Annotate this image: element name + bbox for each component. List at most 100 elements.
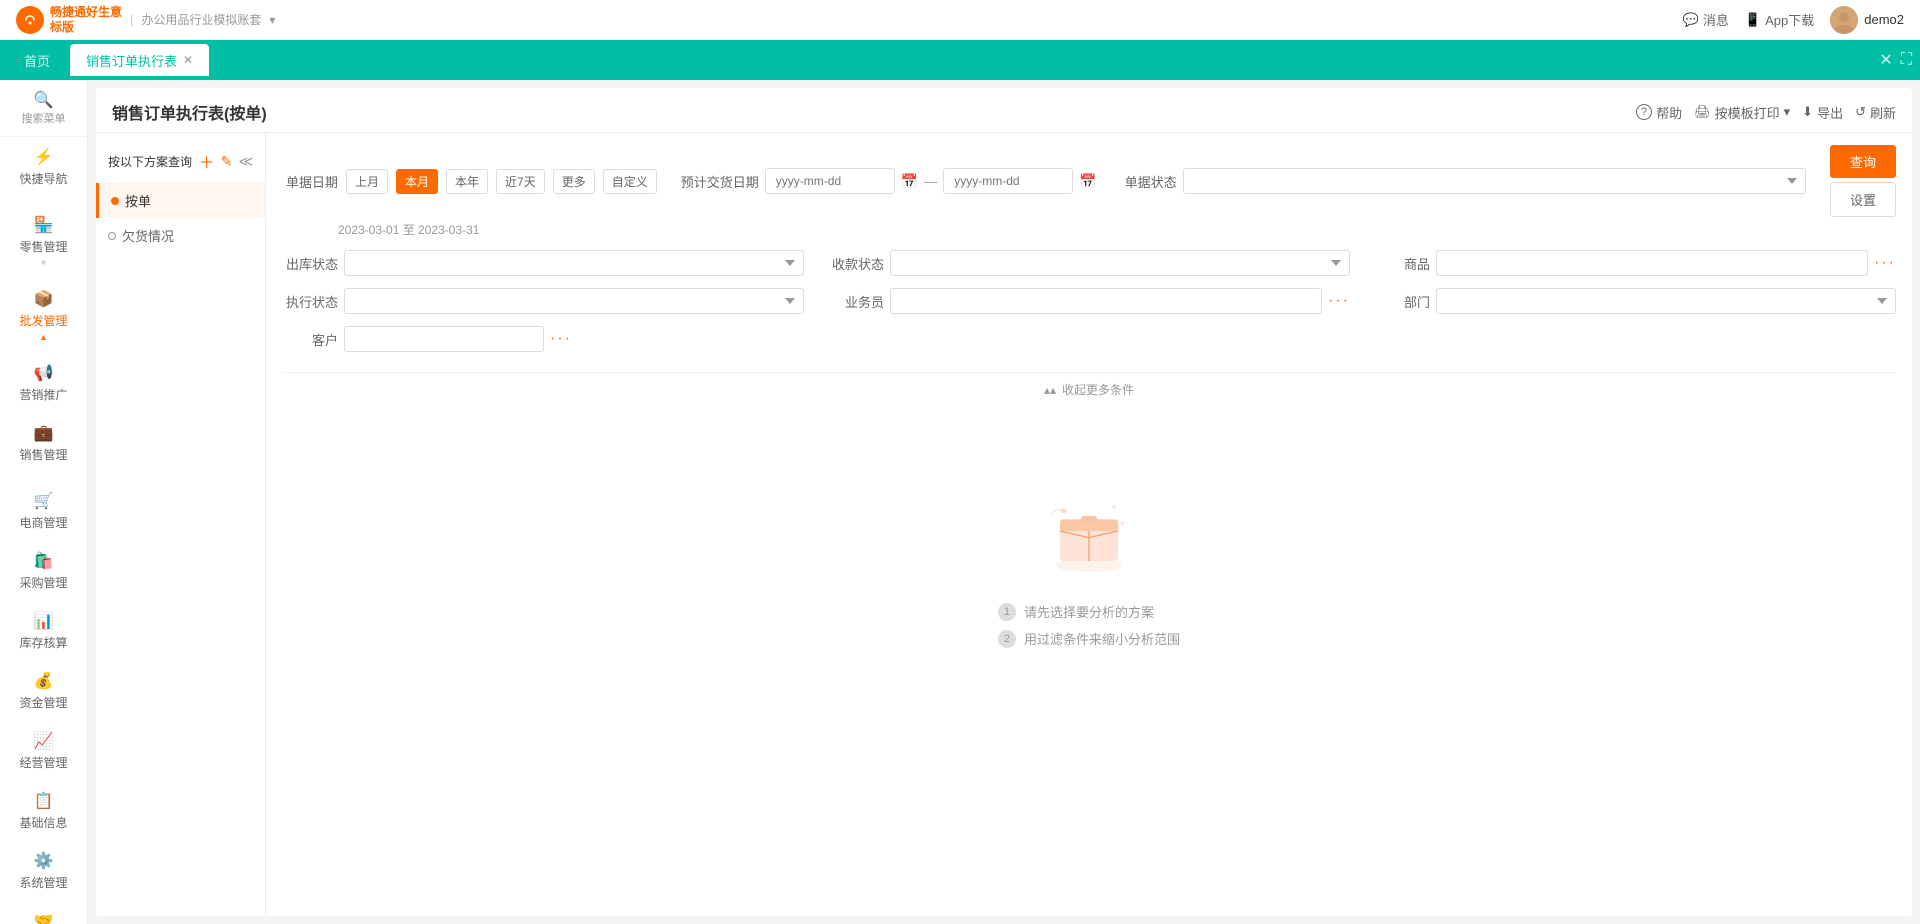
page-content: 销售订单执行表(按单) ? 帮助 🖨 按模板打印 ▾ ⬇ 导出 [96,88,1912,916]
calendar-to-icon[interactable]: 📅 [1079,173,1096,190]
collapse-filter-button[interactable]: ▴▴ 收起更多条件 [282,372,1896,406]
print-button[interactable]: 🖨 按模板打印 ▾ [1694,103,1790,122]
goods-more-icon[interactable]: ··· [1874,254,1896,272]
scheme-icon-credit [108,232,116,240]
refresh-icon: ↺ [1855,104,1866,120]
collapse-label: 收起更多条件 [1062,381,1134,398]
doc-status-select[interactable] [1183,168,1806,194]
date-btn-last-month[interactable]: 上月 [346,169,388,194]
export-icon: ⬇ [1802,104,1813,120]
user-name: demo2 [1864,12,1904,27]
scheme-label-by-order: 按单 [125,191,151,210]
empty-illustration [1039,486,1139,586]
customer-input[interactable] [344,326,544,352]
tab-list: 首页 销售订单执行表 ✕ [8,44,209,76]
execution-status-label: 执行状态 [282,292,338,311]
avatar [1830,6,1858,34]
tab-sales-order[interactable]: 销售订单执行表 ✕ [70,44,209,76]
collapse-panel-icon[interactable]: ≪ [238,153,253,170]
sidebar-item-inventory[interactable]: 📊 库存核算 [0,601,87,661]
date-btn-custom[interactable]: 自定义 [603,169,657,194]
goods-label: 商品 [1374,254,1430,273]
filter-execution-status: 执行状态 [282,288,804,314]
reset-button[interactable]: 设置 [1830,182,1896,217]
left-panel: 按以下方案查询 ＋ ✎ ≪ 按单 欠货情况 [96,133,266,916]
empty-tips: 1 请先选择要分析的方案 2 用过滤条件来缩小分析范围 [998,602,1180,648]
collection-status-select[interactable] [890,250,1350,276]
filter-goods: 商品 ··· [1374,250,1896,276]
filter-customer: 客户 ··· [282,326,572,352]
tab-home[interactable]: 首页 [8,44,66,76]
page-title: 销售订单执行表(按单) [112,100,267,124]
date-btn-this-month[interactable]: 本月 [396,169,438,194]
print-chevron-icon: ▾ [1784,104,1791,120]
message-button[interactable]: 💬 消息 [1683,10,1729,29]
help-button[interactable]: ? 帮助 [1636,103,1682,122]
app-download-button[interactable]: 📱 App下载 [1745,10,1814,29]
salesperson-input[interactable] [890,288,1322,314]
estimated-delivery-from[interactable] [765,168,895,194]
sidebar-item-marketing[interactable]: 📢 营销推广 [0,353,87,413]
export-button[interactable]: ⬇ 导出 [1802,103,1843,122]
sidebar-item-system[interactable]: ⚙️ 系统管理 [0,841,87,901]
breadcrumb-arrow[interactable]: ▾ [269,13,275,27]
left-panel-header: 按以下方案查询 ＋ ✎ ≪ [96,145,265,177]
sidebar-item-quick-nav[interactable]: ⚡ 快捷导航 [0,137,87,197]
body-layout: 按以下方案查询 ＋ ✎ ≪ 按单 欠货情况 [96,133,1912,916]
doc-date-label: 单据日期 [282,172,338,191]
filter-warehouse-status: 出库状态 [282,250,804,276]
calendar-from-icon[interactable]: 📅 [901,173,918,190]
empty-tip-2: 2 用过滤条件来缩小分析范围 [998,629,1180,648]
warehouse-status-select[interactable] [344,250,804,276]
customer-more-icon[interactable]: ··· [550,330,572,348]
date-btn-more[interactable]: 更多 [553,169,595,194]
tab-maximize-icon[interactable]: ⛶ [1901,51,1912,69]
sidebar-item-retail[interactable]: 🏪 零售管理 ▾ [0,205,87,279]
message-icon: 💬 [1683,12,1699,28]
scheme-label-by-credit: 欠货情况 [122,226,174,245]
sidebar-item-search[interactable]: 🔍 搜索菜单 [0,80,87,137]
page-header: 销售订单执行表(按单) ? 帮助 🖨 按模板打印 ▾ ⬇ 导出 [96,88,1912,133]
goods-input[interactable] [1436,250,1868,276]
tip-num-2: 2 [998,630,1016,648]
tip-text-1: 请先选择要分析的方案 [1024,602,1154,621]
date-range-text: 2023-03-01 至 2023-03-31 [338,223,479,237]
department-label: 部门 [1374,292,1430,311]
collapse-chevron-icon: ▴▴ [1044,383,1056,397]
sidebar-item-ecommerce[interactable]: 🛒 电商管理 [0,481,87,541]
tab-close-icon[interactable]: ✕ [183,53,193,67]
date-separator: — [924,174,937,189]
sidebar-item-basic-info[interactable]: 📋 基础信息 [0,781,87,841]
breadcrumb-separator: | [130,12,133,27]
filter-doc-status: 单据状态 [1121,168,1806,194]
sidebar-item-sales[interactable]: 💼 销售管理 [0,413,87,473]
customer-label: 客户 [282,330,338,349]
scheme-item-by-order[interactable]: 按单 [96,183,265,218]
sidebar-item-purchase[interactable]: 🛍️ 采购管理 [0,541,87,601]
scheme-active-dot [111,197,119,205]
filter-row-4: 客户 ··· [282,326,1896,352]
user-area[interactable]: demo2 [1830,6,1904,34]
refresh-button[interactable]: ↺ 刷新 [1855,103,1896,122]
sidebar-item-operations[interactable]: 📈 经营管理 [0,721,87,781]
salesperson-more-icon[interactable]: ··· [1328,292,1350,310]
collection-status-label: 收款状态 [828,254,884,273]
filter-row-3: 执行状态 业务员 ··· 部门 [282,288,1896,314]
tab-home-label: 首页 [24,51,50,70]
estimated-delivery-to[interactable] [943,168,1073,194]
sidebar-item-finance[interactable]: 💰 资金管理 [0,661,87,721]
date-btn-this-year[interactable]: 本年 [446,169,488,194]
sidebar-item-wholesale[interactable]: 📦 批发管理 ▴ [0,279,87,353]
search-button[interactable]: 查询 [1830,145,1896,178]
scheme-item-by-credit[interactable]: 欠货情况 [96,218,265,253]
execution-status-select[interactable] [344,288,804,314]
sidebar-item-enterprise[interactable]: 🤝 企业协同 [0,901,87,924]
date-btn-last-7-days[interactable]: 近7天 [496,169,545,194]
filter-department: 部门 [1374,288,1896,314]
add-scheme-icon[interactable]: ＋ [199,149,215,173]
tab-close-window-icon[interactable]: ✕ [1879,50,1892,70]
department-select[interactable] [1436,288,1896,314]
empty-state: 1 请先选择要分析的方案 2 用过滤条件来缩小分析范围 [282,406,1896,728]
date-range-display: 2023-03-01 至 2023-03-31 [338,221,1896,238]
edit-scheme-icon[interactable]: ✎ [221,153,233,170]
